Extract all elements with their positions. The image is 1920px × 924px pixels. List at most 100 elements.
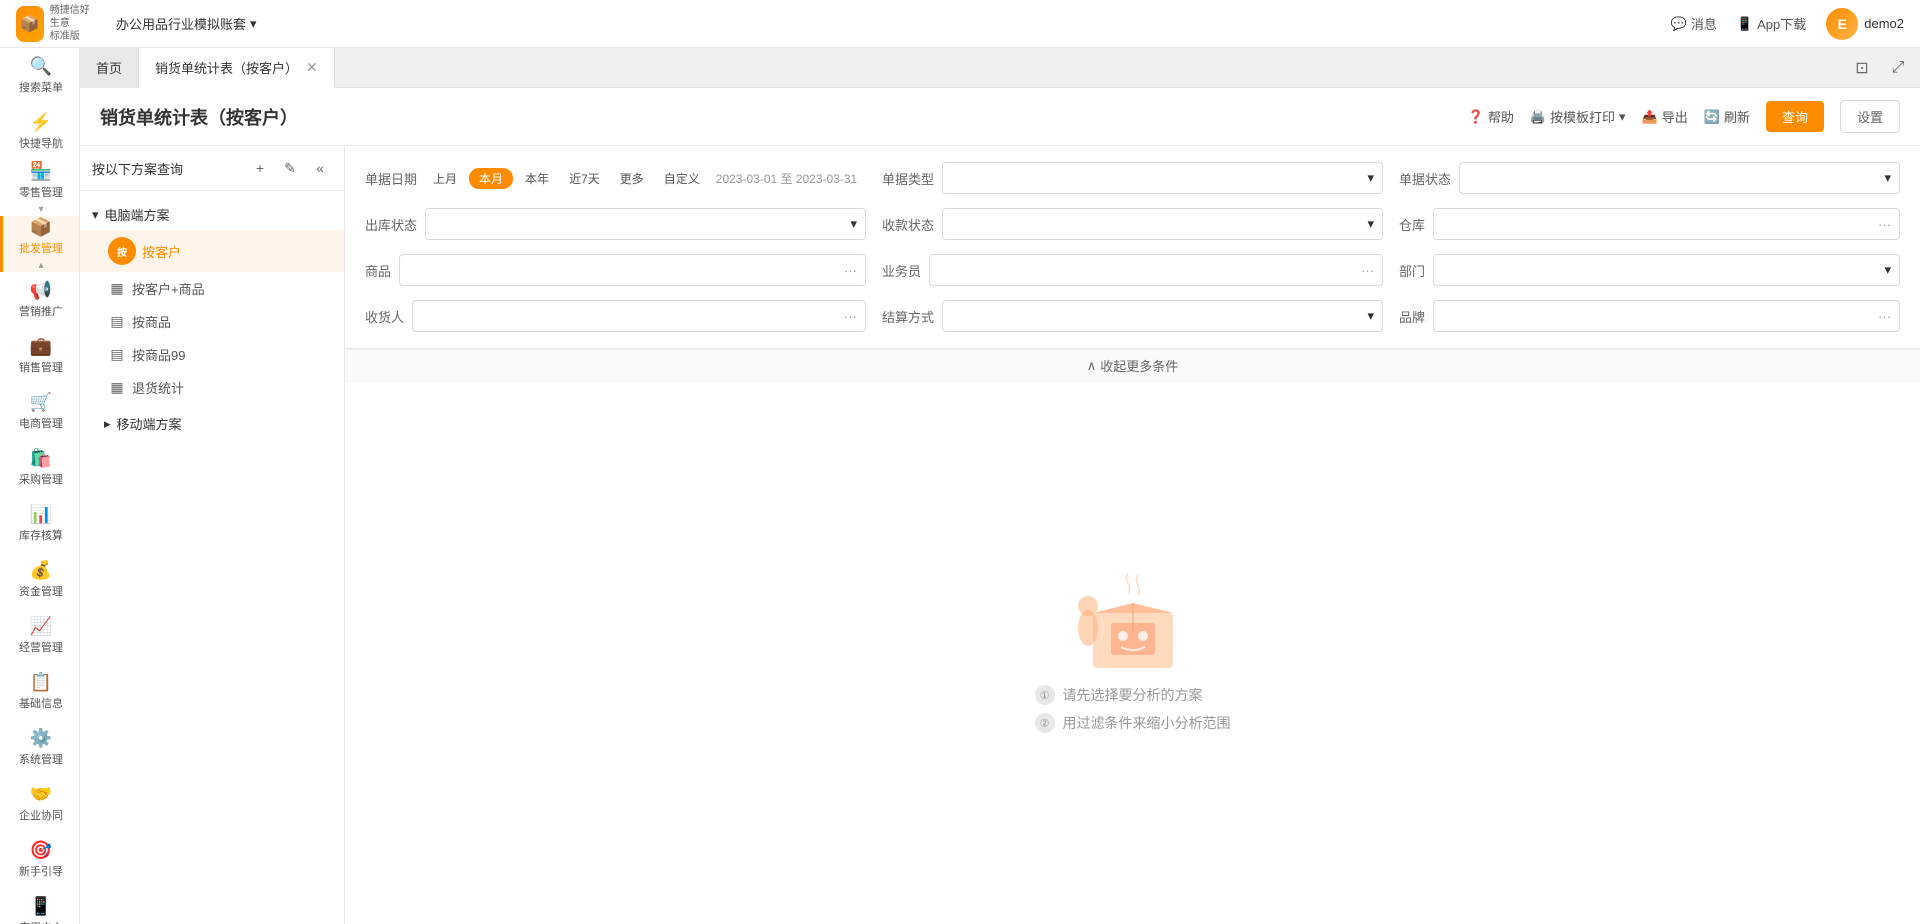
filter-item-doc-type: 单据类型 ▾ bbox=[882, 162, 1383, 194]
date-quick-buttons: 上月 本月 本年 近7天 更多 自定义 bbox=[425, 168, 708, 189]
help-button[interactable]: ❓ 帮助 bbox=[1468, 107, 1514, 126]
maximize-button[interactable]: ⤢ bbox=[1884, 54, 1912, 82]
industry-selector[interactable]: 办公用品行业模拟账套 ▾ bbox=[108, 10, 265, 37]
sidebar-item-wholesale[interactable]: 📦 批发管理 ▴ bbox=[0, 216, 79, 272]
tab-home[interactable]: 首页 bbox=[80, 48, 139, 88]
goods-select[interactable]: ··· bbox=[399, 254, 866, 286]
table2-icon: ▤ bbox=[108, 346, 126, 364]
this-year-button[interactable]: 本年 bbox=[517, 168, 557, 189]
warehouse-select[interactable]: ··· bbox=[1433, 208, 1900, 240]
empty-hint-2: ② 用过滤条件来缩小分析范围 bbox=[1035, 713, 1231, 733]
out-status-arrow-icon: ▾ bbox=[850, 216, 857, 232]
date-range-text: 2023-03-01 至 2023-03-31 bbox=[716, 170, 857, 187]
scheme-group-mobile-header[interactable]: ▸ 移动端方案 bbox=[80, 408, 344, 439]
home-tab-label: 首页 bbox=[96, 58, 122, 77]
sidebar-item-inventory[interactable]: 📊 库存核算 bbox=[0, 496, 79, 552]
sidebar-item-purchase[interactable]: 🛍️ 采购管理 bbox=[0, 440, 79, 496]
brand-select[interactable]: ··· bbox=[1433, 300, 1900, 332]
salesperson-label: 业务员 bbox=[882, 261, 921, 280]
hint-number-2: ② bbox=[1035, 713, 1055, 733]
filter-panel: 单据日期 上月 本月 本年 近7天 更多 自定义 20 bbox=[345, 146, 1920, 349]
app-download-button[interactable]: 📱 App下载 bbox=[1737, 14, 1806, 33]
scheme-add-button[interactable]: + bbox=[248, 156, 272, 180]
filter-item-date: 单据日期 上月 本月 本年 近7天 更多 自定义 20 bbox=[365, 168, 866, 189]
active-indicator: 按 bbox=[108, 237, 136, 265]
filter-item-department: 部门 ▾ bbox=[1399, 254, 1900, 286]
receipt-status-label: 收款状态 bbox=[882, 215, 934, 234]
salesperson-select[interactable]: ··· bbox=[929, 254, 1383, 286]
export-button[interactable]: 📤 导出 bbox=[1642, 107, 1688, 126]
header-right: 💬 消息 📱 App下载 E demo2 bbox=[1671, 8, 1904, 40]
user-avatar-area[interactable]: E demo2 bbox=[1826, 8, 1904, 40]
scheme-edit-button[interactable]: ✎ bbox=[278, 156, 302, 180]
sidebar-item-system[interactable]: ⚙️ 系统管理 bbox=[0, 720, 79, 776]
doc-type-arrow-icon: ▾ bbox=[1367, 170, 1374, 186]
filter-item-brand: 品牌 ··· bbox=[1399, 300, 1900, 332]
last-7days-button[interactable]: 近7天 bbox=[561, 168, 608, 189]
scheme-item-by-goods-99[interactable]: ▤ 按商品99 bbox=[80, 338, 344, 371]
recipient-select[interactable]: ··· bbox=[412, 300, 866, 332]
department-label: 部门 bbox=[1399, 261, 1425, 280]
sidebar-item-basic[interactable]: 📋 基础信息 bbox=[0, 664, 79, 720]
empty-hints: ① 请先选择要分析的方案 ② 用过滤条件来缩小分析范围 bbox=[1035, 685, 1231, 733]
scheme-item-by-customer-goods[interactable]: ▦ 按客户+商品 bbox=[80, 272, 344, 305]
scheme-group-desktop-header[interactable]: ▾ 电脑端方案 bbox=[80, 199, 344, 230]
tab-actions: ⊡ ⤢ bbox=[1848, 54, 1920, 82]
last-month-button[interactable]: 上月 bbox=[425, 168, 465, 189]
sidebar-item-search[interactable]: 🔍 搜索菜单 bbox=[0, 48, 79, 104]
collapse-conditions-button[interactable]: ∧ 收起更多条件 bbox=[345, 349, 1920, 381]
this-month-button[interactable]: 本月 bbox=[469, 168, 513, 189]
receipt-status-select[interactable]: ▾ bbox=[942, 208, 1383, 240]
more-date-button[interactable]: 更多 bbox=[612, 168, 652, 189]
refresh-button[interactable]: 🔄 刷新 bbox=[1704, 107, 1750, 126]
date-row: 上月 本月 本年 近7天 更多 自定义 2023-03-01 至 2023-03… bbox=[425, 168, 857, 189]
filter-item-recipient: 收货人 ··· bbox=[365, 300, 866, 332]
sidebar-item-ecommerce[interactable]: 🛒 电商管理 bbox=[0, 384, 79, 440]
logo-text: 畅捷信好生意 标准版 bbox=[50, 4, 96, 43]
filter-item-settlement: 结算方式 ▾ bbox=[882, 300, 1383, 332]
sidebar-item-guide[interactable]: 🎯 新手引导 bbox=[0, 832, 79, 888]
sidebar-item-sales[interactable]: 💼 销售管理 bbox=[0, 328, 79, 384]
scheme-collapse-button[interactable]: « bbox=[308, 156, 332, 180]
sidebar-item-quick-nav[interactable]: ⚡ 快捷导航 bbox=[0, 104, 79, 160]
brand-dots-icon: ··· bbox=[1878, 309, 1891, 324]
top-header: 📦 畅捷信好生意 标准版 办公用品行业模拟账套 ▾ 💬 消息 📱 App下载 E… bbox=[0, 0, 1920, 48]
settings-button[interactable]: 设置 bbox=[1840, 100, 1900, 133]
doc-type-select[interactable]: ▾ bbox=[942, 162, 1383, 194]
help-icon: ❓ bbox=[1468, 109, 1484, 125]
page-title: 销货单统计表（按客户） bbox=[100, 104, 298, 130]
recipient-label: 收货人 bbox=[365, 307, 404, 326]
avatar: E bbox=[1826, 8, 1858, 40]
out-status-select[interactable]: ▾ bbox=[425, 208, 866, 240]
print-template-button[interactable]: 🖨️ 按模板打印 ▾ bbox=[1530, 107, 1626, 126]
sidebar-item-enterprise[interactable]: 🤝 企业协同 bbox=[0, 776, 79, 832]
warehouse-dots-icon: ··· bbox=[1878, 217, 1891, 232]
sidebar-item-marketing[interactable]: 📢 营销推广 bbox=[0, 272, 79, 328]
export-icon: 📤 bbox=[1642, 109, 1658, 125]
empty-state: ① 请先选择要分析的方案 ② 用过滤条件来缩小分析范围 bbox=[345, 382, 1920, 924]
sales-icon: 💼 bbox=[30, 336, 52, 357]
tab-sales-stats[interactable]: 销货单统计表（按客户） ✕ bbox=[139, 48, 335, 88]
minimize-button[interactable]: ⊡ bbox=[1848, 54, 1876, 82]
filter-item-salesperson: 业务员 ··· bbox=[882, 254, 1383, 286]
custom-date-button[interactable]: 自定义 bbox=[656, 168, 708, 189]
recipient-dots-icon: ··· bbox=[844, 309, 857, 324]
department-select[interactable]: ▾ bbox=[1433, 254, 1900, 286]
settlement-select[interactable]: ▾ bbox=[942, 300, 1383, 332]
sidebar-item-finance[interactable]: 💰 资金管理 bbox=[0, 552, 79, 608]
scheme-item-return-stats[interactable]: ▦ 退货统计 bbox=[80, 371, 344, 404]
scheme-item-by-customer[interactable]: 按 按客户 bbox=[80, 230, 344, 272]
filter-item-doc-status: 单据状态 ▾ bbox=[1399, 162, 1900, 194]
doc-status-select[interactable]: ▾ bbox=[1459, 162, 1900, 194]
bar2-chart-icon: ▦ bbox=[108, 379, 126, 397]
goods-dots-icon: ··· bbox=[844, 263, 857, 278]
empty-hint-1: ① 请先选择要分析的方案 bbox=[1035, 685, 1231, 705]
scheme-item-by-goods[interactable]: ▤ 按商品 bbox=[80, 305, 344, 338]
query-button[interactable]: 查询 bbox=[1766, 101, 1824, 132]
sidebar-item-operations[interactable]: 📈 经营管理 bbox=[0, 608, 79, 664]
search-icon: 🔍 bbox=[30, 56, 52, 77]
sidebar-item-app-center[interactable]: 📱 应用中心 bbox=[0, 888, 79, 924]
message-button[interactable]: 💬 消息 bbox=[1671, 14, 1717, 33]
sidebar-item-retail[interactable]: 🏪 零售管理 ▾ bbox=[0, 160, 79, 216]
tab-close-button[interactable]: ✕ bbox=[306, 59, 318, 76]
